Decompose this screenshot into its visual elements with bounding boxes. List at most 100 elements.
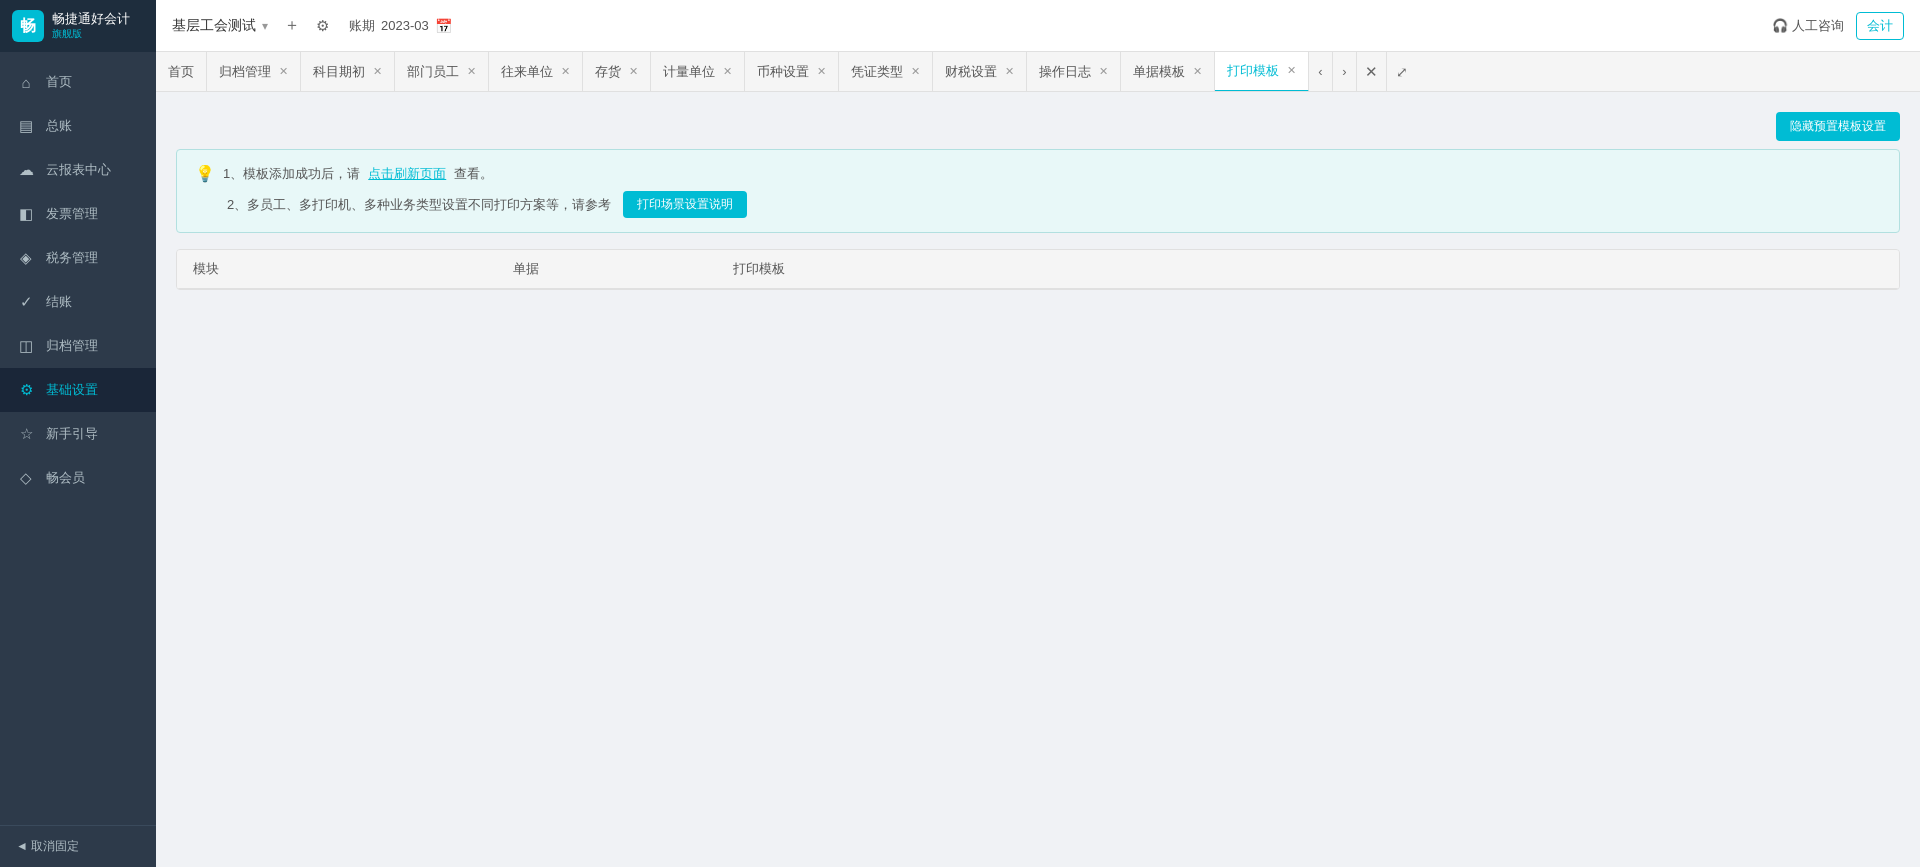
tab-subject-close[interactable]: ✕ (373, 65, 382, 78)
tab-subject[interactable]: 科目期初 ✕ (301, 52, 395, 92)
sidebar: 畅 畅捷通好会计 旗舰版 ⌂ 首页 ▤ 总账 ☁ 云报表中心 ◧ 发票管理 ◈ … (0, 0, 156, 867)
tab-oplog-close[interactable]: ✕ (1099, 65, 1108, 78)
tab-voucher-label: 凭证类型 (851, 63, 903, 81)
invoice-icon: ◧ (16, 204, 36, 224)
sidebar-label-home: 首页 (46, 73, 72, 91)
tab-voucher-close[interactable]: ✕ (911, 65, 920, 78)
sidebar-item-report[interactable]: ☁ 云报表中心 (0, 148, 156, 192)
tab-currency[interactable]: 币种设置 ✕ (745, 52, 839, 92)
tab-prev-button[interactable]: ‹ (1309, 52, 1333, 92)
tab-archive-close[interactable]: ✕ (279, 65, 288, 78)
tab-supplier[interactable]: 往来单位 ✕ (489, 52, 583, 92)
tab-inventory-close[interactable]: ✕ (629, 65, 638, 78)
topbar-right: 🎧 人工咨询 会计 (1772, 12, 1904, 40)
sidebar-item-home[interactable]: ⌂ 首页 (0, 60, 156, 104)
tab-supplier-label: 往来单位 (501, 63, 553, 81)
tab-unit[interactable]: 计量单位 ✕ (651, 52, 745, 92)
cancel-fixed-label: ◄ 取消固定 (16, 838, 79, 855)
tab-printtemplate-close[interactable]: ✕ (1287, 64, 1296, 77)
tab-printtemplate-label: 打印模板 (1227, 62, 1279, 80)
service-label: 人工咨询 (1792, 17, 1844, 35)
tab-currency-label: 币种设置 (757, 63, 809, 81)
tab-unit-close[interactable]: ✕ (723, 65, 732, 78)
service-button[interactable]: 🎧 人工咨询 (1772, 17, 1844, 35)
period-label: 账期 (349, 17, 375, 35)
tab-singledoc-close[interactable]: ✕ (1193, 65, 1202, 78)
kuaiji-label: 会计 (1867, 18, 1893, 33)
topbar: 基层工会测试 ▾ ＋ ⚙ 账期 2023-03 📅 🎧 人工咨询 会计 (156, 0, 1920, 52)
tab-home[interactable]: 首页 (156, 52, 207, 92)
guide-icon: ☆ (16, 424, 36, 444)
settings-gear-icon[interactable]: ⚙ (312, 13, 333, 39)
tab-subject-label: 科目期初 (313, 63, 365, 81)
sidebar-label-report: 云报表中心 (46, 161, 111, 179)
headphone-icon: 🎧 (1772, 18, 1788, 33)
tab-dept[interactable]: 部门员工 ✕ (395, 52, 489, 92)
ledger-icon: ▤ (16, 116, 36, 136)
sidebar-label-member: 畅会员 (46, 469, 85, 487)
company-selector[interactable]: 基层工会测试 ▾ (172, 17, 268, 35)
sidebar-label-invoice: 发票管理 (46, 205, 98, 223)
tab-archive[interactable]: 归档管理 ✕ (207, 52, 301, 92)
tab-oplog[interactable]: 操作日志 ✕ (1027, 52, 1121, 92)
period-display: 账期 2023-03 📅 (349, 17, 452, 35)
tab-singledoc[interactable]: 单据模板 ✕ (1121, 52, 1215, 92)
sidebar-label-checkout: 结账 (46, 293, 72, 311)
logo-title: 畅捷通好会计 (52, 11, 130, 28)
tab-unit-label: 计量单位 (663, 63, 715, 81)
sidebar-item-archive[interactable]: ◫ 归档管理 (0, 324, 156, 368)
sidebar-item-member[interactable]: ◇ 畅会员 (0, 456, 156, 500)
sidebar-nav: ⌂ 首页 ▤ 总账 ☁ 云报表中心 ◧ 发票管理 ◈ 税务管理 ✓ 结账 ◫ 归… (0, 52, 156, 825)
info-row-1: 💡 1、模板添加成功后，请 点击刷新页面 查看。 (195, 164, 1881, 183)
info-box: 💡 1、模板添加成功后，请 点击刷新页面 查看。 2、多员工、多打印机、多种业务… (176, 149, 1900, 233)
sidebar-item-guide[interactable]: ☆ 新手引导 (0, 412, 156, 456)
add-tab-button[interactable]: ＋ (280, 11, 304, 40)
tab-inventory[interactable]: 存货 ✕ (583, 52, 651, 92)
tab-taxsetting[interactable]: 财税设置 ✕ (933, 52, 1027, 92)
logo-subtitle: 旗舰版 (52, 27, 130, 41)
tab-taxsetting-label: 财税设置 (945, 63, 997, 81)
sidebar-item-tax[interactable]: ◈ 税务管理 (0, 236, 156, 280)
tab-voucher[interactable]: 凭证类型 ✕ (839, 52, 933, 92)
tab-home-label: 首页 (168, 63, 194, 81)
tax-icon: ◈ (16, 248, 36, 268)
tab-oplog-label: 操作日志 (1039, 63, 1091, 81)
tab-currency-close[interactable]: ✕ (817, 65, 826, 78)
sidebar-item-ledger[interactable]: ▤ 总账 (0, 104, 156, 148)
sidebar-item-invoice[interactable]: ◧ 发票管理 (0, 192, 156, 236)
member-icon: ◇ (16, 468, 36, 488)
hide-preview-button[interactable]: 隐藏预置模板设置 (1776, 112, 1900, 141)
info-line1-suffix: 查看。 (454, 165, 493, 183)
tab-archive-label: 归档管理 (219, 63, 271, 81)
tabbar: 首页 归档管理 ✕ 科目期初 ✕ 部门员工 ✕ 往来单位 ✕ 存货 ✕ 计量单位… (156, 52, 1920, 92)
content-header: 隐藏预置模板设置 (176, 112, 1900, 141)
sidebar-item-checkout[interactable]: ✓ 结账 (0, 280, 156, 324)
tab-taxsetting-close[interactable]: ✕ (1005, 65, 1014, 78)
kuaiji-button[interactable]: 会计 (1856, 12, 1904, 40)
tab-close-all-button[interactable]: ✕ (1357, 52, 1387, 92)
info-line1-prefix: 1、模板添加成功后，请 (223, 165, 360, 183)
tab-printtemplate[interactable]: 打印模板 ✕ (1215, 52, 1309, 92)
print-scene-button[interactable]: 打印场景设置说明 (623, 191, 747, 218)
sidebar-logo: 畅 畅捷通好会计 旗舰版 (0, 0, 156, 52)
tab-dept-label: 部门员工 (407, 63, 459, 81)
tab-dept-close[interactable]: ✕ (467, 65, 476, 78)
tab-next-button[interactable]: › (1333, 52, 1357, 92)
info-refresh-link[interactable]: 点击刷新页面 (368, 165, 446, 183)
home-icon: ⌂ (16, 72, 36, 92)
bulb-icon: 💡 (195, 164, 215, 183)
calendar-icon[interactable]: 📅 (435, 18, 452, 34)
info-line2-prefix: 2、多员工、多打印机、多种业务类型设置不同打印方案等，请参考 (227, 196, 611, 214)
main-area: 基层工会测试 ▾ ＋ ⚙ 账期 2023-03 📅 🎧 人工咨询 会计 首页 归… (156, 0, 1920, 867)
tab-supplier-close[interactable]: ✕ (561, 65, 570, 78)
info-row-2: 2、多员工、多打印机、多种业务类型设置不同打印方案等，请参考 打印场景设置说明 (195, 191, 1881, 218)
sidebar-item-basic[interactable]: ⚙ 基础设置 (0, 368, 156, 412)
content-area: 隐藏预置模板设置 💡 1、模板添加成功后，请 点击刷新页面 查看。 2、多员工、… (156, 92, 1920, 867)
period-value: 2023-03 (381, 18, 429, 33)
th-module: 模块 (177, 250, 497, 288)
table-header: 模块 单据 打印模板 (177, 250, 1899, 289)
cancel-fixed-button[interactable]: ◄ 取消固定 (0, 825, 156, 867)
sidebar-label-archive: 归档管理 (46, 337, 98, 355)
archive-icon: ◫ (16, 336, 36, 356)
tab-expand-button[interactable]: ⤢ (1387, 52, 1417, 92)
